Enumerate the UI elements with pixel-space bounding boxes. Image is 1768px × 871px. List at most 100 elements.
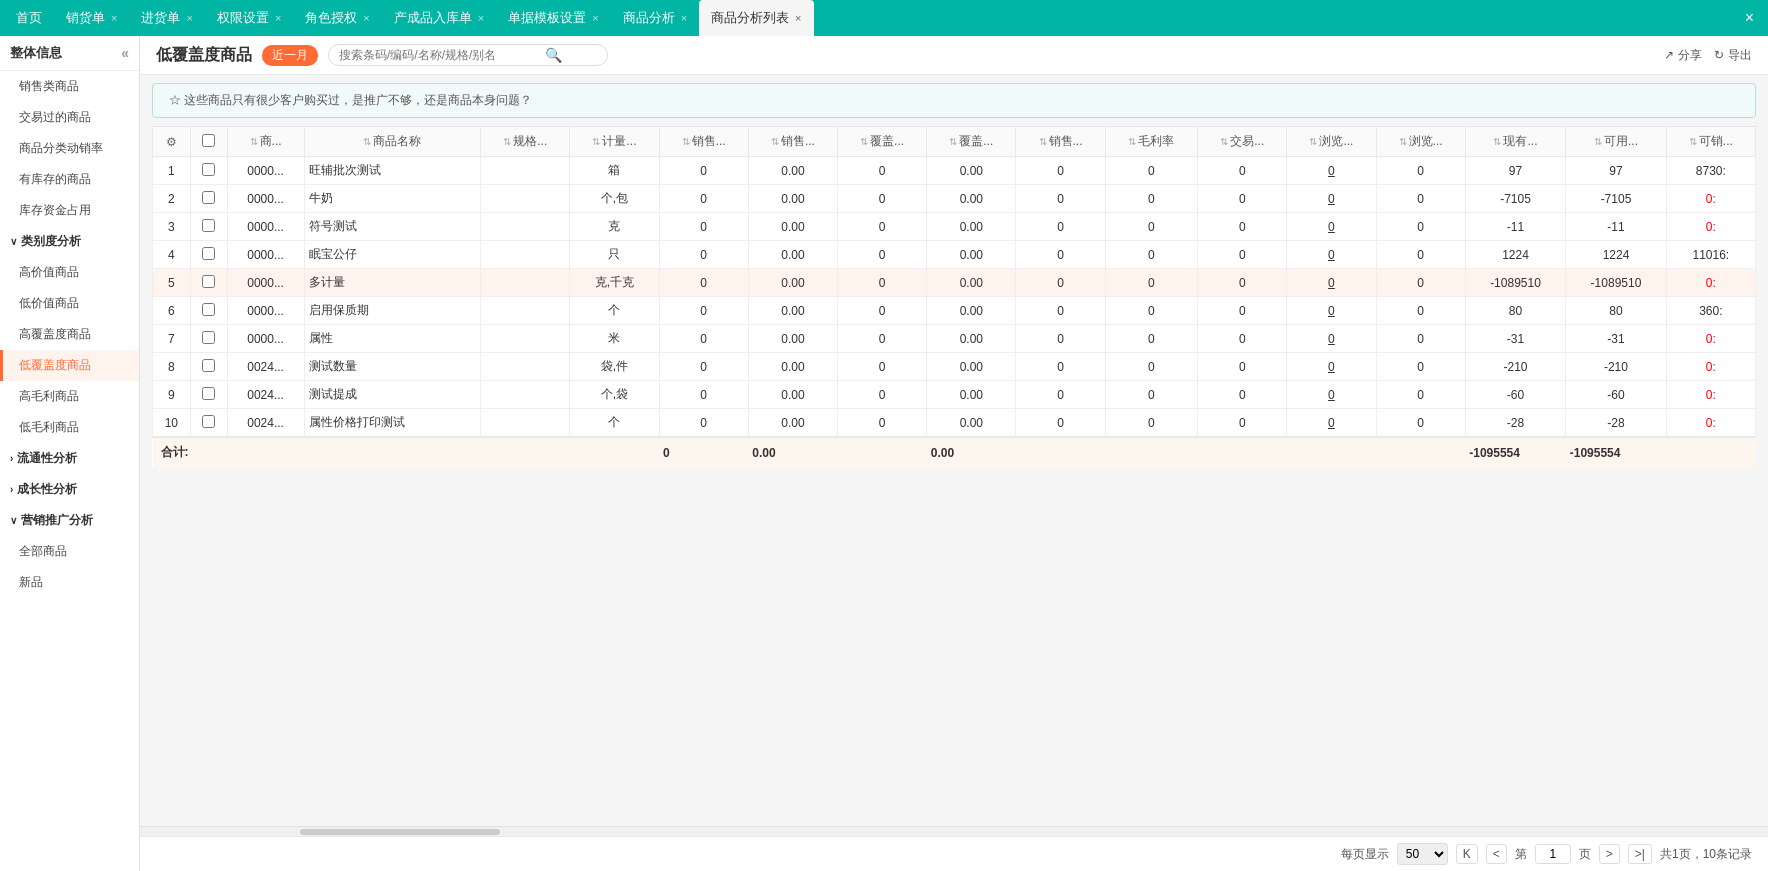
row-name[interactable]: 启用保质期 [304, 297, 481, 325]
col-gross[interactable]: ⇅毛利率 [1105, 127, 1198, 157]
col-checkbox[interactable] [190, 127, 227, 157]
col-transaction[interactable]: ⇅交易... [1198, 127, 1287, 157]
nav-tab-product-inbound[interactable]: 产成品入库单 × [382, 0, 496, 36]
nav-tab-purchase[interactable]: 进货单 × [129, 0, 204, 36]
col-code[interactable]: ⇅商... [227, 127, 304, 157]
col-browse1[interactable]: ⇅浏览... [1287, 127, 1376, 157]
page-number-input[interactable] [1535, 844, 1571, 864]
col-sales-amt[interactable]: ⇅销售... [748, 127, 837, 157]
col-current-stock[interactable]: ⇅现有... [1465, 127, 1565, 157]
row-name[interactable]: 属性价格打印测试 [304, 409, 481, 438]
nav-tab-template[interactable]: 单据模板设置 × [496, 0, 610, 36]
nav-tab-product-analysis[interactable]: 商品分析 × [611, 0, 699, 36]
row-browse1[interactable]: 0 [1287, 409, 1376, 438]
nav-tab-permission[interactable]: 权限设置 × [205, 0, 293, 36]
close-icon[interactable]: × [186, 12, 192, 24]
sidebar-item-in-stock-goods[interactable]: 有库存的商品 [0, 164, 139, 195]
sidebar-item-category-turnover[interactable]: 商品分类动销率 [0, 133, 139, 164]
horizontal-scrollbar[interactable] [140, 826, 1768, 836]
row-name[interactable]: 眠宝公仔 [304, 241, 481, 269]
row-checkbox[interactable] [190, 269, 227, 297]
close-icon[interactable]: × [275, 12, 281, 24]
row-checkbox[interactable] [190, 241, 227, 269]
share-button[interactable]: ↗ 分享 [1664, 47, 1702, 64]
sidebar-item-low-coverage[interactable]: 低覆盖度商品 [0, 350, 139, 381]
col-sales-qty[interactable]: ⇅销售... [659, 127, 748, 157]
row-checkbox[interactable] [190, 353, 227, 381]
row-browse1[interactable]: 0 [1287, 185, 1376, 213]
col-saleable[interactable]: ⇅可销... [1666, 127, 1755, 157]
search-input[interactable] [339, 48, 539, 62]
row-checkbox[interactable] [190, 213, 227, 241]
col-sales3[interactable]: ⇅销售... [1016, 127, 1105, 157]
close-icon[interactable]: × [111, 12, 117, 24]
search-icon[interactable]: 🔍 [545, 47, 562, 63]
close-all-button[interactable]: × [1735, 9, 1764, 27]
row-checkbox[interactable] [190, 185, 227, 213]
nav-tab-product-analysis-list[interactable]: 商品分析列表 × [699, 0, 813, 36]
sidebar-item-low-value[interactable]: 低价值商品 [0, 288, 139, 319]
col-cover1[interactable]: ⇅覆盖... [838, 127, 927, 157]
sidebar-item-sales-goods[interactable]: 销售类商品 [0, 71, 139, 102]
last-page-button[interactable]: >| [1628, 844, 1652, 864]
export-button[interactable]: ↻ 导出 [1714, 47, 1752, 64]
nav-tab-role[interactable]: 角色授权 × [293, 0, 381, 36]
sidebar-item-high-coverage[interactable]: 高覆盖度商品 [0, 319, 139, 350]
nav-tab-home[interactable]: 首页 [4, 0, 54, 36]
close-icon[interactable]: × [681, 12, 687, 24]
sidebar-group-marketing-analysis[interactable]: ∨ 营销推广分析 [0, 505, 139, 536]
nav-tab-sales[interactable]: 销货单 × [54, 0, 129, 36]
row-name[interactable]: 多计量 [304, 269, 481, 297]
col-settings[interactable]: ⚙ [153, 127, 191, 157]
col-name[interactable]: ⇅商品名称 [304, 127, 481, 157]
col-unit[interactable]: ⇅计量... [570, 127, 659, 157]
row-browse1[interactable]: 0 [1287, 381, 1376, 409]
sidebar-collapse-button[interactable]: « [121, 45, 129, 61]
close-icon[interactable]: × [592, 12, 598, 24]
sidebar-item-low-gross[interactable]: 低毛利商品 [0, 412, 139, 443]
row-browse1[interactable]: 0 [1287, 325, 1376, 353]
row-name[interactable]: 属性 [304, 325, 481, 353]
row-checkbox[interactable] [190, 297, 227, 325]
sidebar-item-all-goods[interactable]: 全部商品 [0, 536, 139, 567]
row-browse1[interactable]: 0 [1287, 213, 1376, 241]
row-browse1[interactable]: 0 [1287, 157, 1376, 185]
page-size-select[interactable]: 50 100 200 [1397, 843, 1448, 865]
row-name[interactable]: 牛奶 [304, 185, 481, 213]
col-browse2[interactable]: ⇅浏览... [1376, 127, 1465, 157]
sidebar-item-new-goods[interactable]: 新品 [0, 567, 139, 598]
sidebar-item-traded-goods[interactable]: 交易过的商品 [0, 102, 139, 133]
row-checkbox[interactable] [190, 409, 227, 438]
sidebar-item-high-gross[interactable]: 高毛利商品 [0, 381, 139, 412]
next-page-button[interactable]: > [1599, 844, 1620, 864]
row-name[interactable]: 测试提成 [304, 381, 481, 409]
row-browse1[interactable]: 0 [1287, 241, 1376, 269]
row-cover1: 0 [838, 269, 927, 297]
sidebar-item-stock-capital[interactable]: 库存资金占用 [0, 195, 139, 226]
sidebar-group-category-analysis[interactable]: ∨ 类别度分析 [0, 226, 139, 257]
select-all-checkbox[interactable] [202, 134, 215, 147]
close-icon[interactable]: × [363, 12, 369, 24]
prev-page-button[interactable]: < [1486, 844, 1507, 864]
settings-icon[interactable]: ⚙ [166, 135, 177, 149]
close-icon[interactable]: × [478, 12, 484, 24]
row-name[interactable]: 旺辅批次测试 [304, 157, 481, 185]
col-cover2[interactable]: ⇅覆盖... [927, 127, 1016, 157]
row-name[interactable]: 符号测试 [304, 213, 481, 241]
scrollbar-thumb[interactable] [300, 829, 500, 835]
row-checkbox[interactable] [190, 325, 227, 353]
row-browse1[interactable]: 0 [1287, 353, 1376, 381]
sidebar-item-high-value[interactable]: 高价值商品 [0, 257, 139, 288]
col-available[interactable]: ⇅可用... [1566, 127, 1666, 157]
row-browse1[interactable]: 0 [1287, 297, 1376, 325]
col-spec[interactable]: ⇅规格... [481, 127, 570, 157]
row-browse1[interactable]: 0 [1287, 269, 1376, 297]
sidebar-group-flow-analysis[interactable]: › 流通性分析 [0, 443, 139, 474]
row-name[interactable]: 测试数量 [304, 353, 481, 381]
row-checkbox[interactable] [190, 381, 227, 409]
first-page-button[interactable]: K [1456, 844, 1478, 864]
sidebar-group-growth-analysis[interactable]: › 成长性分析 [0, 474, 139, 505]
row-checkbox[interactable] [190, 157, 227, 185]
time-filter-button[interactable]: 近一月 [262, 45, 318, 66]
close-icon[interactable]: × [795, 12, 801, 24]
